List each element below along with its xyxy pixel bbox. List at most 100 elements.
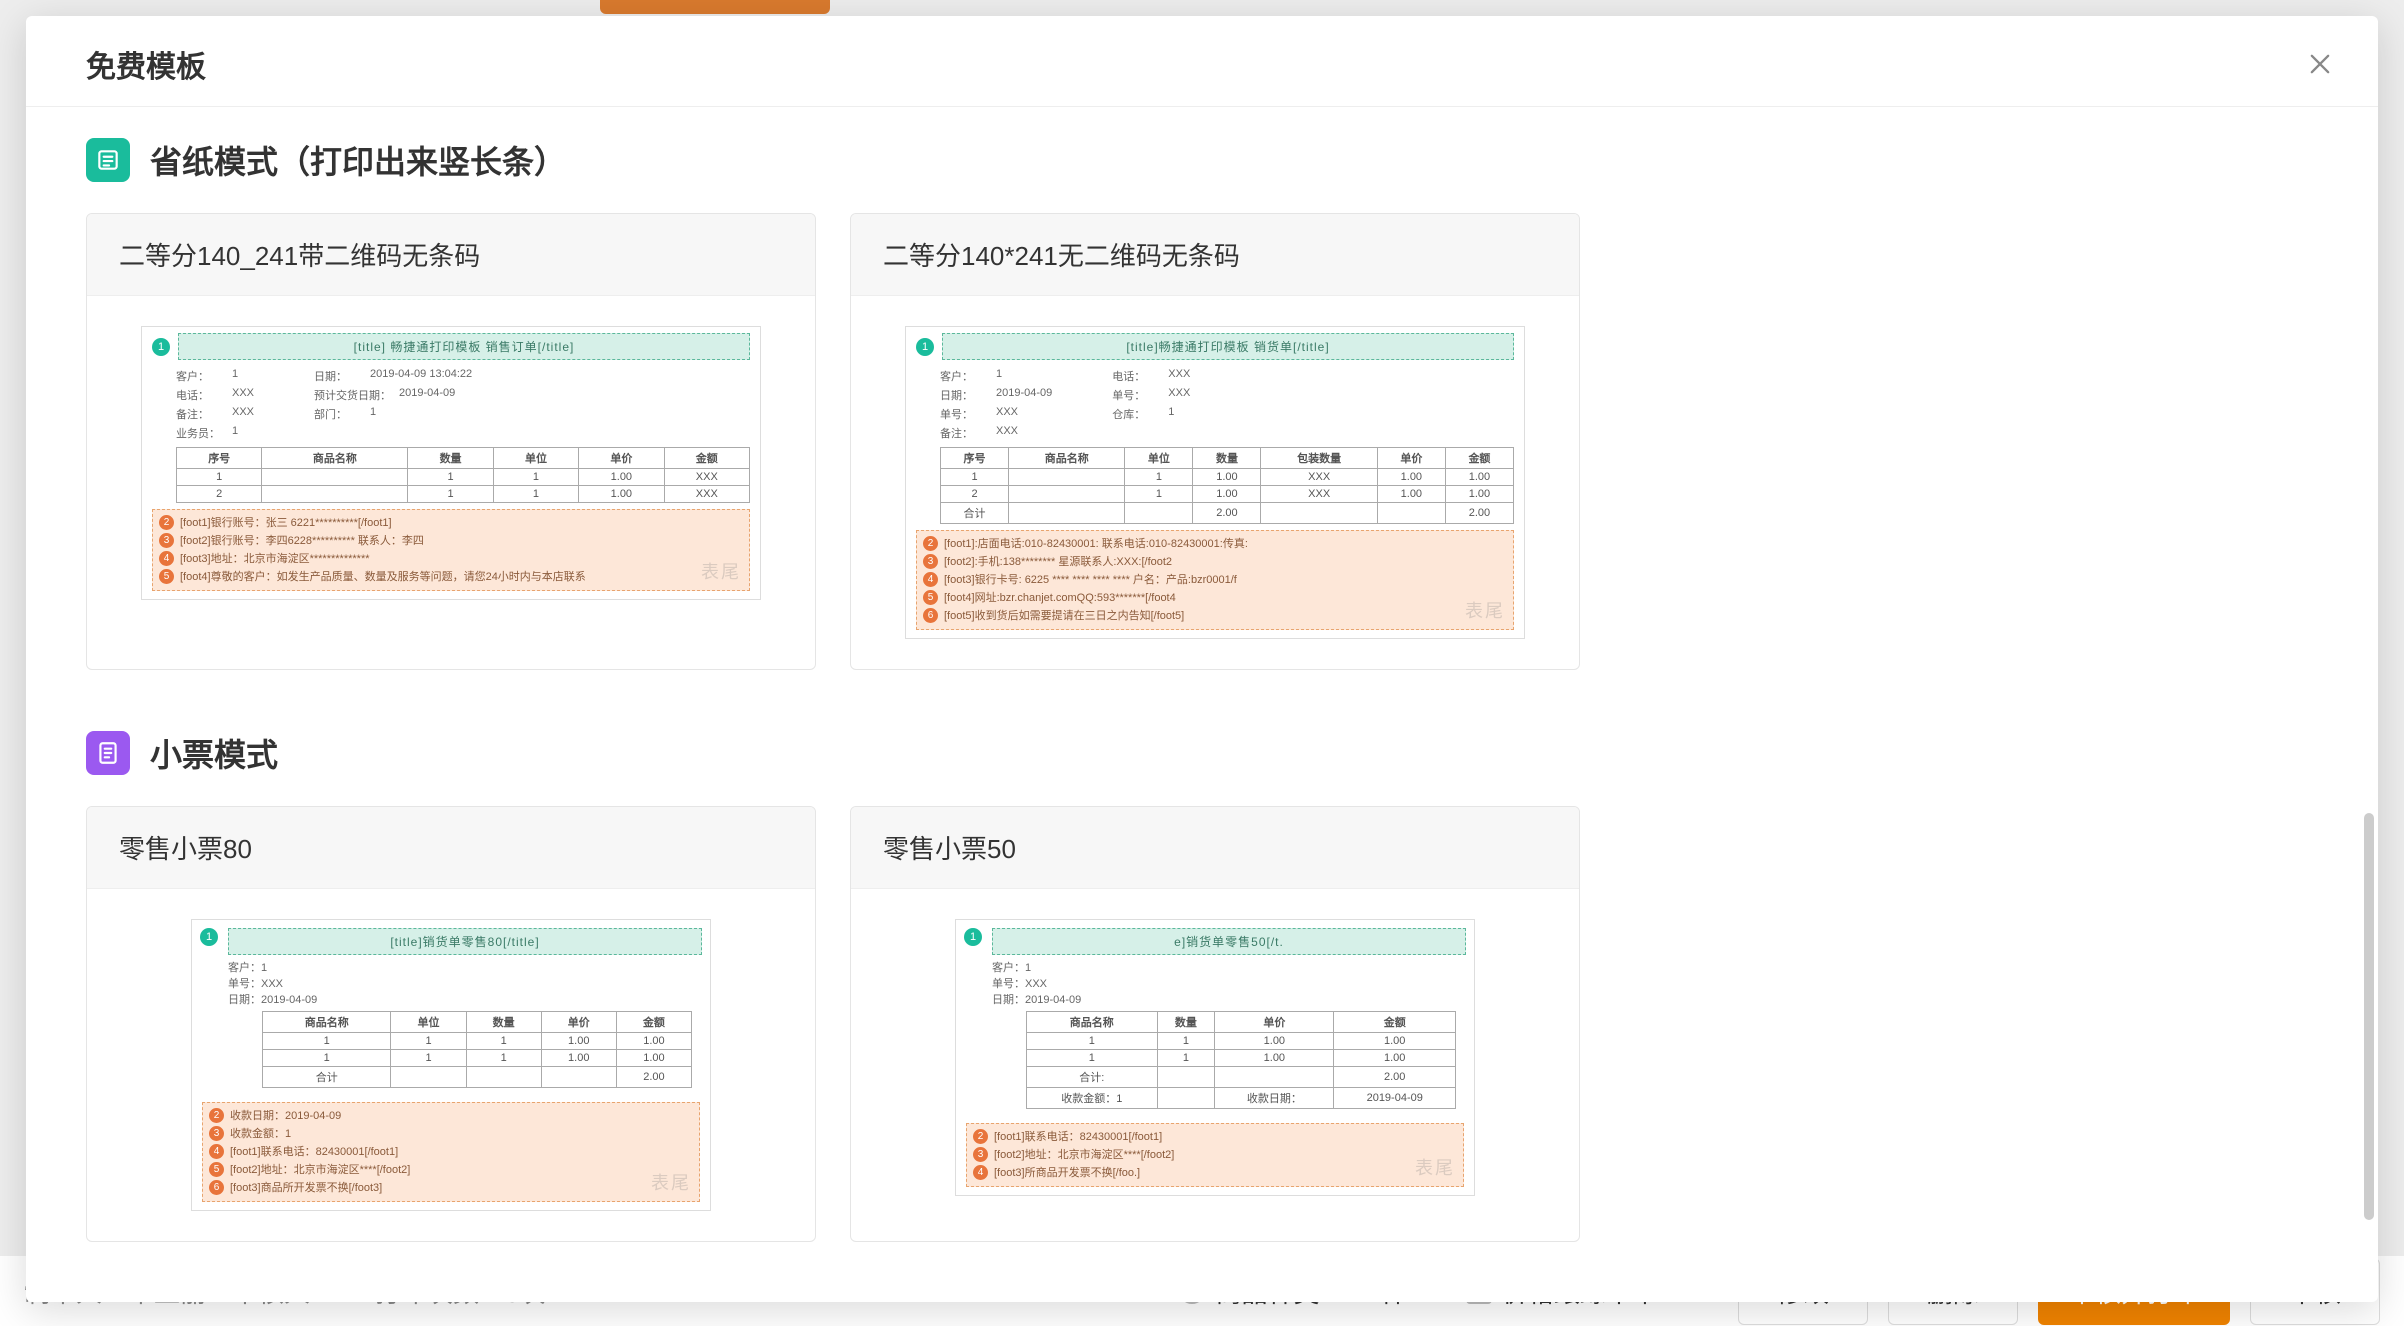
template-card-title: 二等分140*241无二维码无条码 xyxy=(851,214,1579,296)
table-row: 211.00XXX1.001.00 xyxy=(941,486,1514,503)
table-row: 111.001.00 xyxy=(1027,1050,1456,1067)
preview-title: e]销货单零售50[/t. xyxy=(992,928,1466,955)
preview-footer: 2[foot1]银行账号：张三 6221**********[/foot1]3[… xyxy=(152,509,750,591)
table-cell: 1.00 xyxy=(616,1033,691,1050)
table-cell: 1 xyxy=(466,1050,541,1067)
table-header-cell: 金额 xyxy=(616,1012,691,1033)
table-cell: 1 xyxy=(263,1050,391,1067)
table-cell: 1.00 xyxy=(616,1050,691,1067)
table-cell xyxy=(391,1067,466,1088)
list-icon xyxy=(86,138,130,182)
table-row: 111.001.00 xyxy=(1027,1033,1456,1050)
table-row: 收款金额：1收款日期：2019-04-09 xyxy=(1027,1088,1456,1109)
badge-icon: 1 xyxy=(200,928,218,946)
table-header-cell: 商品名称 xyxy=(1009,448,1125,469)
table-cell: XXX xyxy=(664,486,749,503)
section-title: 省纸模式（打印出来竖长条） xyxy=(150,137,566,183)
preview-foot-line: [foot4]网址:bzr.chanjet.comQQ:593*******[/… xyxy=(944,589,1176,605)
template-preview: 1[title]畅捷通打印模板 销货单[/title]客户：1日期：2019-0… xyxy=(905,326,1525,639)
preview-foot-line: [foot1]:店面电话:010-82430001: 联系电话:010-8243… xyxy=(944,535,1248,551)
badge-icon: 4 xyxy=(159,551,174,566)
preview-title: [title] 畅捷通打印模板 销售订单[/title] xyxy=(178,333,750,360)
preview-title: [title]畅捷通打印模板 销货单[/title] xyxy=(942,333,1514,360)
preview-foot-line: [foot3]所商品开发票不换[/foo.] xyxy=(994,1164,1140,1180)
template-preview: 1[title]销货单零售80[/title]客户：1单号：XXX日期：2019… xyxy=(191,919,711,1211)
card-row: 零售小票801[title]销货单零售80[/title]客户：1单号：XXX日… xyxy=(86,806,2318,1242)
preview-foot-line: [foot1]联系电话：82430001[/foot1] xyxy=(230,1143,398,1159)
table-cell: 2.00 xyxy=(616,1067,691,1088)
badge-icon: 4 xyxy=(973,1165,988,1180)
watermark: 表尾 xyxy=(651,1169,691,1195)
table-header-cell: 数量 xyxy=(1193,448,1261,469)
preview-foot-line: [foot5]收到货后如需要提请在三日之内告知[/foot5] xyxy=(944,607,1184,623)
template-card[interactable]: 二等分140*241无二维码无条码 1 [title]畅捷通打印模板 销货单[/ti… xyxy=(850,213,1580,670)
table-cell: 收款金额：1 xyxy=(1027,1088,1158,1109)
table-cell: 1.00 xyxy=(1377,486,1445,503)
template-card[interactable]: 零售小票801[title]销货单零售80[/title]客户：1单号：XXX日… xyxy=(86,806,816,1242)
preview-foot-line: [foot1]联系电话：82430001[/foot1] xyxy=(994,1128,1162,1144)
table-cell xyxy=(1377,503,1445,524)
preview-table: 序号商品名称数量单位单价金额1111.00XXX2111.00XXX xyxy=(176,447,750,503)
table-cell: 2019-04-09 xyxy=(1334,1088,1456,1109)
section-header: 小票模式 xyxy=(86,730,2318,776)
badge-icon: 1 xyxy=(152,338,170,356)
table-cell xyxy=(1125,503,1193,524)
table-header-cell: 单位 xyxy=(493,448,578,469)
table-cell: 1.00 xyxy=(1377,469,1445,486)
table-cell: 1.00 xyxy=(541,1033,616,1050)
preview-foot-line: 收款金额：1 xyxy=(230,1125,291,1141)
preview-foot-line: [foot2]地址：北京市海淀区****[/foot2] xyxy=(230,1161,410,1177)
badge-icon: 4 xyxy=(923,572,938,587)
template-card-body: 1 [title] 畅捷通打印模板 销售订单[/title] 客户：1电话：XXX备… xyxy=(87,296,815,630)
preview-title-row: 1 [title] 畅捷通打印模板 销售订单[/title] xyxy=(142,327,760,366)
table-cell: 1.00 xyxy=(1215,1050,1334,1067)
close-button[interactable] xyxy=(2302,46,2338,82)
table-header-cell: 单位 xyxy=(391,1012,466,1033)
preview-foot-line: [foot2]银行账号：李四6228********** 联系人：李四 xyxy=(180,532,424,548)
badge-icon: 3 xyxy=(159,533,174,548)
table-cell: XXX xyxy=(664,469,749,486)
template-card-title: 二等分140_241带二维码无条码 xyxy=(87,214,815,296)
table-header-cell: 单位 xyxy=(1125,448,1193,469)
table-cell xyxy=(1009,503,1125,524)
table-cell: 1 xyxy=(466,1033,541,1050)
table-cell: 2.00 xyxy=(1334,1067,1456,1088)
badge-icon: 5 xyxy=(923,590,938,605)
table-cell: 2.00 xyxy=(1445,503,1513,524)
badge-icon: 2 xyxy=(973,1129,988,1144)
table-cell: 合计 xyxy=(263,1067,391,1088)
table-header-cell: 序号 xyxy=(177,448,262,469)
table-cell xyxy=(1009,486,1125,503)
badge-icon: 3 xyxy=(209,1126,224,1141)
table-cell xyxy=(1157,1088,1215,1109)
table-cell: 2 xyxy=(941,486,1009,503)
table-header-cell: 包装数量 xyxy=(1261,448,1377,469)
badge-icon: 6 xyxy=(209,1180,224,1195)
table-cell: 合计 xyxy=(941,503,1009,524)
background-tab-hint xyxy=(600,0,830,14)
table-header-cell: 数量 xyxy=(408,448,493,469)
preview-footer: 2收款日期：2019-04-093收款金额：14[foot1]联系电话：8243… xyxy=(202,1102,700,1202)
table-cell: 1 xyxy=(1157,1050,1215,1067)
table-row: 合计 2.00 xyxy=(263,1067,692,1088)
badge-icon: 5 xyxy=(159,569,174,584)
template-section: 小票模式零售小票801[title]销货单零售80[/title]客户：1单号：… xyxy=(86,730,2318,1242)
preview-table: 序号商品名称单位数量包装数量单价金额111.00XXX1.001.00211.0… xyxy=(940,447,1514,524)
preview-foot-line: [foot3]银行卡号: 6225 **** **** **** **** 户名… xyxy=(944,571,1237,587)
template-card[interactable]: 零售小票501e]销货单零售50[/t.客户：1单号：XXX日期：2019-04… xyxy=(850,806,1580,1242)
badge-icon: 1 xyxy=(916,338,934,356)
table-header-cell: 序号 xyxy=(941,448,1009,469)
table-cell: 2.00 xyxy=(1193,503,1261,524)
preview-foot-line: [foot2]:手机:138******** 星源联系人:XXX:[/foot2 xyxy=(944,553,1172,569)
table-cell: 1 xyxy=(941,469,1009,486)
template-card[interactable]: 二等分140_241带二维码无条码 1 [title] 畅捷通打印模板 销售订单[/… xyxy=(86,213,816,670)
preview-foot-line: [foot4]尊敬的客户：如发生产品质量、数量及服务等问题，请您24小时内与本店… xyxy=(180,568,586,584)
preview-meta: 客户：1电话：XXX备注： XXX业务员：1日期：2019-04-09 13:0… xyxy=(142,366,760,447)
scrollbar-track[interactable] xyxy=(2362,116,2374,1278)
preview-foot-line: [foot1]银行账号：张三 6221**********[/foot1] xyxy=(180,514,392,530)
scrollbar-thumb[interactable] xyxy=(2364,813,2374,1220)
preview-title: [title]销货单零售80[/title] xyxy=(228,928,702,955)
preview-foot-line: 收款日期：2019-04-09 xyxy=(230,1107,341,1123)
badge-icon: 1 xyxy=(964,928,982,946)
preview-footer: 2[foot1]联系电话：82430001[/foot1]3[foot2]地址：… xyxy=(966,1123,1464,1187)
